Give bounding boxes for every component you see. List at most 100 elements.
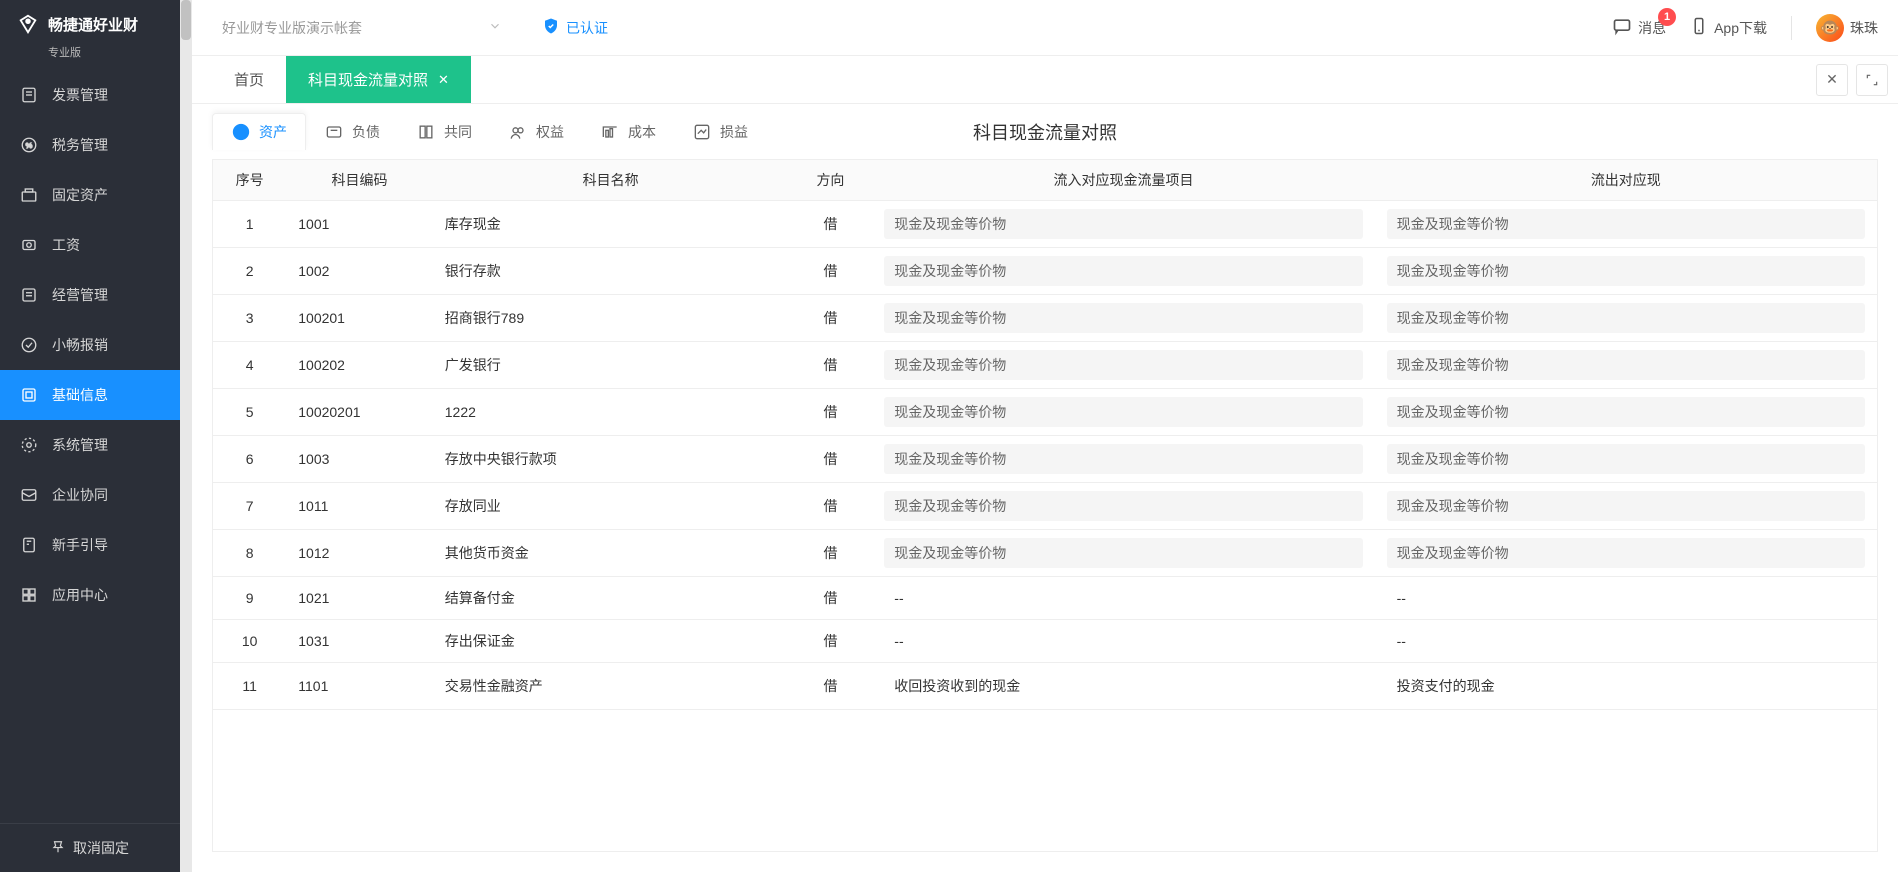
sidebar-item-collab[interactable]: 企业协同	[0, 470, 180, 520]
system-icon	[20, 436, 38, 454]
cell-outflow[interactable]: --	[1375, 619, 1877, 662]
table-row[interactable]: 3100201招商银行789借现金及现金等价物现金及现金等价物	[213, 294, 1877, 341]
divider	[1791, 16, 1792, 40]
category-tab-equity-cat[interactable]: 权益	[490, 113, 582, 150]
cell-seq: 4	[213, 341, 286, 388]
cell-outflow[interactable]: 现金及现金等价物	[1375, 388, 1877, 435]
sidebar-item-label: 基础信息	[52, 385, 108, 405]
table-row[interactable]: 101031存出保证金借----	[213, 619, 1877, 662]
sidebar-nav: 发票管理 %税务管理固定资产工资经营管理小畅报销基础信息系统管理企业协同新手引导应…	[0, 70, 180, 823]
table-row[interactable]: 81012其他货币资金借现金及现金等价物现金及现金等价物	[213, 529, 1877, 576]
fullscreen-button[interactable]	[1856, 64, 1888, 96]
category-tab-pl-cat[interactable]: 损益	[674, 113, 766, 150]
pin-icon	[51, 840, 65, 857]
cell-inflow[interactable]: 现金及现金等价物	[872, 341, 1374, 388]
sidebar-unpin-button[interactable]: 取消固定	[0, 823, 180, 872]
close-icon[interactable]: ✕	[438, 72, 449, 88]
cell-inflow[interactable]: 现金及现金等价物	[872, 200, 1374, 247]
table-row[interactable]: 91021结算备付金借----	[213, 576, 1877, 619]
tab-subject-cashflow[interactable]: 科目现金流量对照 ✕	[286, 56, 471, 103]
cell-inflow[interactable]: 现金及现金等价物	[872, 482, 1374, 529]
brand-name: 畅捷通好业财	[48, 14, 138, 35]
cell-outflow[interactable]: 现金及现金等价物	[1375, 341, 1877, 388]
salary-icon	[20, 236, 38, 254]
cell-seq: 6	[213, 435, 286, 482]
table-row[interactable]: 61003存放中央银行款项借现金及现金等价物现金及现金等价物	[213, 435, 1877, 482]
cell-outflow[interactable]: 现金及现金等价物	[1375, 482, 1877, 529]
cell-inflow[interactable]: 现金及现金等价物	[872, 247, 1374, 294]
cell-outflow[interactable]: 现金及现金等价物	[1375, 294, 1877, 341]
edition-label: 专业版	[0, 44, 180, 70]
download-button[interactable]: App下载	[1690, 17, 1767, 38]
category-tab-cost-cat[interactable]: 成本	[582, 113, 674, 150]
messages-button[interactable]: 消息 1	[1612, 16, 1666, 39]
cell-inflow[interactable]: 现金及现金等价物	[872, 529, 1374, 576]
collab-icon	[20, 486, 38, 504]
th-outflow: 流出对应现	[1375, 160, 1877, 200]
cell-name: 库存现金	[433, 200, 789, 247]
cell-inflow[interactable]: --	[872, 619, 1374, 662]
cell-inflow[interactable]: 收回投资收到的现金	[872, 662, 1374, 709]
cell-code: 1011	[286, 482, 433, 529]
top-actions: 消息 1 App下载 🐵 珠珠	[1612, 14, 1878, 42]
cell-inflow[interactable]: 现金及现金等价物	[872, 388, 1374, 435]
cell-outflow[interactable]: 投资支付的现金	[1375, 662, 1877, 709]
sidebar-item-label: 小畅报销	[52, 335, 108, 355]
apps-icon	[20, 586, 38, 604]
table-row[interactable]: 4100202广发银行借现金及现金等价物现金及现金等价物	[213, 341, 1877, 388]
cell-name: 存放同业	[433, 482, 789, 529]
cell-outflow[interactable]: 现金及现金等价物	[1375, 435, 1877, 482]
main: 好业财专业版演示帐套 已认证 消息 1 App下载	[192, 0, 1898, 872]
table-row[interactable]: 71011存放同业借现金及现金等价物现金及现金等价物	[213, 482, 1877, 529]
sidebar-item-apps[interactable]: 应用中心	[0, 570, 180, 620]
sidebar-scrollbar[interactable]	[180, 0, 192, 872]
sidebar-item-expense[interactable]: 小畅报销	[0, 320, 180, 370]
category-tab-liab-cat[interactable]: 负债	[306, 113, 398, 150]
chevron-down-icon	[488, 19, 502, 36]
table-row[interactable]: 5100202011222借现金及现金等价物现金及现金等价物	[213, 388, 1877, 435]
user-name: 珠珠	[1850, 18, 1878, 38]
cell-outflow[interactable]: 现金及现金等价物	[1375, 529, 1877, 576]
cell-outflow[interactable]: --	[1375, 576, 1877, 619]
table-row[interactable]: 111101交易性金融资产借收回投资收到的现金投资支付的现金	[213, 662, 1877, 709]
user-menu[interactable]: 🐵 珠珠	[1816, 14, 1878, 42]
table-wrap[interactable]: 序号 科目编码 科目名称 方向 流入对应现金流量项目 流出对应现 11001库存…	[212, 160, 1878, 852]
sidebar-item-salary[interactable]: 工资	[0, 220, 180, 270]
cell-code: 100201	[286, 294, 433, 341]
cell-outflow[interactable]: 现金及现金等价物	[1375, 200, 1877, 247]
sidebar-item-label: 应用中心	[52, 585, 108, 605]
sidebar-item-basic[interactable]: 基础信息	[0, 370, 180, 420]
cell-code: 1021	[286, 576, 433, 619]
asset-icon	[20, 186, 38, 204]
sidebar-item-manage[interactable]: 经营管理	[0, 270, 180, 320]
cell-inflow[interactable]: 现金及现金等价物	[872, 435, 1374, 482]
sidebar-item-asset[interactable]: 固定资产	[0, 170, 180, 220]
close-tab-button[interactable]: ✕	[1816, 64, 1848, 96]
table-row[interactable]: 21002银行存款借现金及现金等价物现金及现金等价物	[213, 247, 1877, 294]
topbar: 好业财专业版演示帐套 已认证 消息 1 App下载	[192, 0, 1898, 56]
cell-seq: 2	[213, 247, 286, 294]
guide-icon	[20, 536, 38, 554]
sidebar-item-invoice[interactable]: 发票管理	[0, 70, 180, 120]
avatar-icon: 🐵	[1816, 14, 1844, 42]
message-icon	[1612, 16, 1632, 39]
tab-home[interactable]: 首页	[212, 56, 286, 103]
cell-seq: 8	[213, 529, 286, 576]
tab-home-label: 首页	[234, 69, 264, 90]
cell-inflow[interactable]: --	[872, 576, 1374, 619]
sidebar-item-label: 发票管理	[52, 85, 108, 105]
category-tab-common-cat[interactable]: 共同	[398, 113, 490, 150]
cell-inflow[interactable]: 现金及现金等价物	[872, 294, 1374, 341]
cell-outflow[interactable]: 现金及现金等价物	[1375, 247, 1877, 294]
cell-code: 100202	[286, 341, 433, 388]
sidebar-item-tax[interactable]: %税务管理	[0, 120, 180, 170]
category-tabs: 资资产负债共同权益成本损益 科目现金流量对照	[212, 104, 1878, 160]
table-row[interactable]: 11001库存现金借现金及现金等价物现金及现金等价物	[213, 200, 1877, 247]
category-tab-asset-cat[interactable]: 资资产	[212, 113, 306, 150]
sidebar-item-guide[interactable]: 新手引导	[0, 520, 180, 570]
category-label: 成本	[628, 122, 656, 142]
sidebar-item-label: 固定资产	[52, 185, 108, 205]
sidebar-item-system[interactable]: 系统管理	[0, 420, 180, 470]
account-selector[interactable]: 好业财专业版演示帐套	[212, 12, 512, 44]
cell-dir: 借	[789, 619, 873, 662]
